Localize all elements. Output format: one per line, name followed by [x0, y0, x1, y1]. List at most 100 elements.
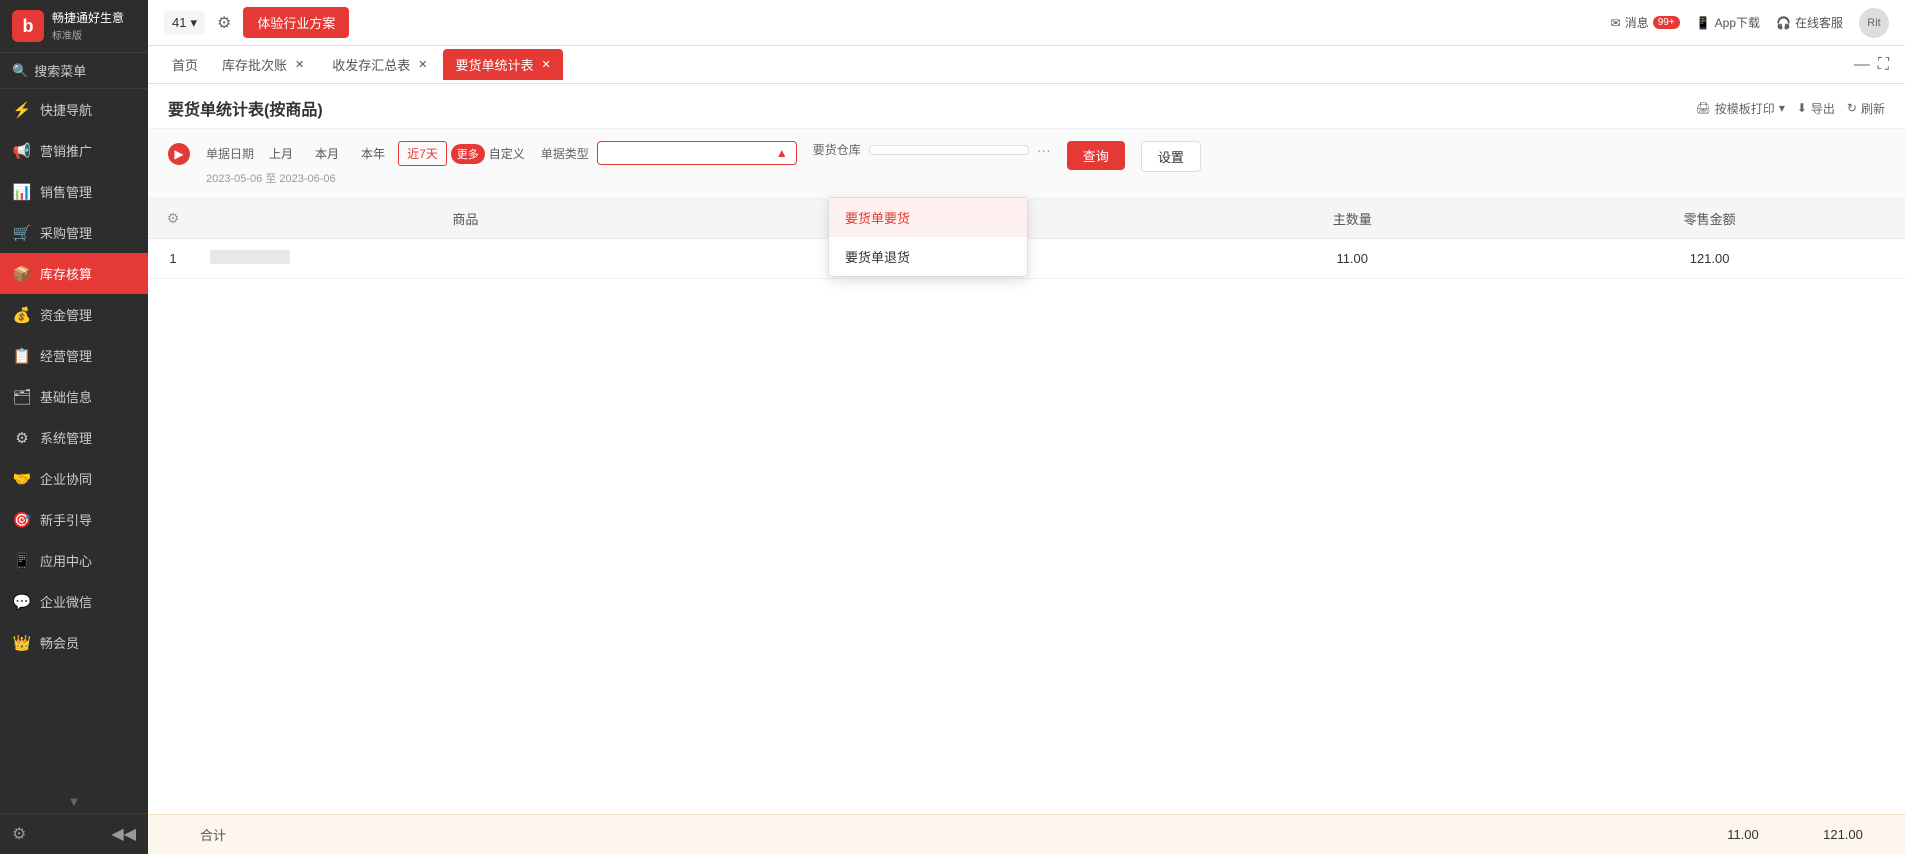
- date-buttons: 上月 本月 本年 近7天 更多 自定义: [260, 141, 525, 166]
- sidebar-item-enterprise[interactable]: 🤝 企业协同: [0, 458, 148, 499]
- filter-expand-button[interactable]: ▶: [168, 143, 190, 165]
- filter-settings-button[interactable]: 设置: [1141, 141, 1201, 172]
- sidebar-item-label: 企业微信: [40, 592, 92, 611]
- sidebar-item-purchase[interactable]: 🛒 采购管理: [0, 212, 148, 253]
- tab-home[interactable]: 首页: [164, 49, 206, 80]
- date-btn-last-7days[interactable]: 近7天: [398, 141, 447, 166]
- app-logo: b 畅捷通好生意 标准版: [0, 0, 148, 53]
- sidebar-item-guide[interactable]: 🎯 新手引导: [0, 499, 148, 540]
- user-avatar[interactable]: Rit: [1859, 8, 1889, 38]
- sidebar-item-inventory[interactable]: 📦 库存核算: [0, 253, 148, 294]
- operation-icon: 📋: [12, 347, 32, 365]
- settings-footer-icon[interactable]: ⚙: [12, 824, 26, 844]
- type-chevron-up-icon: ▲: [776, 146, 788, 160]
- search-icon: 🔍: [12, 63, 28, 79]
- search-menu-label: 搜索菜单: [34, 61, 86, 80]
- date-custom-button[interactable]: 自定义: [489, 145, 525, 162]
- tab-minimize-icon[interactable]: —: [1854, 56, 1870, 74]
- export-icon: ⬇: [1797, 101, 1807, 115]
- tab-summary[interactable]: 收发存汇总表 ✕: [320, 49, 439, 80]
- service-label: 在线客服: [1795, 14, 1843, 31]
- main-area: 41 ▾ ⚙ 体验行业方案 ✉ 消息 99+ 📱 App下载 🎧 在线客服 Ri…: [148, 0, 1905, 854]
- query-button[interactable]: 查询: [1067, 141, 1125, 170]
- tab-maximize-icon[interactable]: ⛶: [1878, 56, 1889, 74]
- row-product: [198, 239, 733, 279]
- tab-batch[interactable]: 库存批次账 ✕: [210, 49, 316, 80]
- sidebar-item-finance[interactable]: 💰 资金管理: [0, 294, 148, 335]
- sidebar-item-label: 应用中心: [40, 551, 92, 570]
- sidebar-item-label: 系统管理: [40, 428, 92, 447]
- sidebar-item-label: 新手引导: [40, 510, 92, 529]
- dropdown-item-order-goods[interactable]: 要货单要货: [829, 198, 1027, 237]
- export-button[interactable]: ⬇ 导出: [1797, 100, 1835, 117]
- topbar-left: 41 ▾ ⚙ 体验行业方案: [164, 7, 349, 38]
- store-selector[interactable]: 41 ▾: [164, 11, 205, 35]
- sidebar-item-wechat[interactable]: 💬 企业微信: [0, 581, 148, 622]
- search-menu[interactable]: 🔍 搜索菜单: [0, 53, 148, 89]
- sidebar-item-label: 基础信息: [40, 387, 92, 406]
- sidebar-item-marketing[interactable]: 📢 营销推广: [0, 130, 148, 171]
- type-filter-label: 单据类型: [541, 145, 589, 162]
- export-label: 导出: [1811, 100, 1835, 117]
- collapse-icon[interactable]: ◀◀: [111, 824, 136, 844]
- footer-total-amount: 121.00: [1793, 827, 1893, 842]
- inventory-icon: 📦: [12, 265, 32, 283]
- warehouse-filter-input[interactable]: [869, 145, 1029, 155]
- logo-icon: b: [12, 10, 44, 42]
- chevron-down-icon: ▾: [190, 15, 197, 31]
- trial-button[interactable]: 体验行业方案: [243, 7, 349, 38]
- date-more-button[interactable]: 更多: [451, 144, 485, 164]
- col-product: 商品: [198, 199, 733, 239]
- sidebar-item-quick-nav[interactable]: ⚡ 快捷导航: [0, 89, 148, 130]
- topbar-settings-icon[interactable]: ⚙: [217, 13, 231, 33]
- refresh-button[interactable]: ↻ 刷新: [1847, 100, 1885, 117]
- print-button[interactable]: 🖨 按模板打印 ▾: [1696, 100, 1785, 117]
- col-settings[interactable]: ⚙: [148, 199, 198, 239]
- message-badge: 99+: [1653, 16, 1680, 29]
- scroll-indicator: ▼: [0, 790, 148, 813]
- row-quantity: 11.00: [1190, 239, 1514, 279]
- sidebar-item-label: 经营管理: [40, 346, 92, 365]
- footer-total-quantity: 11.00: [1693, 827, 1793, 842]
- message-icon: ✉: [1611, 16, 1621, 30]
- app-download-button[interactable]: 📱 App下载: [1696, 14, 1760, 31]
- date-btn-this-month[interactable]: 本月: [306, 141, 348, 166]
- date-filter-group: 单据日期 上月 本月 本年 近7天 更多 自定义: [206, 141, 525, 166]
- type-filter-input[interactable]: ▲: [597, 141, 797, 165]
- refresh-label: 刷新: [1861, 100, 1885, 117]
- sales-icon: 📊: [12, 183, 32, 201]
- column-settings-icon[interactable]: ⚙: [167, 210, 180, 226]
- basic-icon: 🗂: [12, 388, 32, 406]
- sidebar-item-label: 畅会员: [40, 633, 79, 652]
- tabs-actions: — ⛶: [1854, 56, 1889, 74]
- filter-area: ▶ 单据日期 上月 本月 本年 近7天 更多 自定义 2023-05-06 至 …: [148, 129, 1905, 199]
- message-button[interactable]: ✉ 消息 99+: [1611, 14, 1680, 31]
- print-icon: 🖨: [1696, 101, 1711, 115]
- page-title: 要货单统计表(按商品): [168, 96, 323, 120]
- purchase-icon: 🛒: [12, 224, 32, 242]
- sidebar-item-basic[interactable]: 🗂 基础信息: [0, 376, 148, 417]
- tab-order-stats[interactable]: 要货单统计表 ✕: [443, 49, 562, 80]
- type-filter-group: 单据类型 ▲: [541, 141, 797, 165]
- sidebar-item-member[interactable]: 👑 畅会员: [0, 622, 148, 663]
- warehouse-more-icon[interactable]: ···: [1037, 142, 1051, 158]
- date-btn-this-year[interactable]: 本年: [352, 141, 394, 166]
- service-button[interactable]: 🎧 在线客服: [1776, 14, 1843, 31]
- tab-order-stats-close[interactable]: ✕: [542, 58, 551, 71]
- sidebar-item-label: 快捷导航: [40, 100, 92, 119]
- sidebar-item-sales[interactable]: 📊 销售管理: [0, 171, 148, 212]
- finance-icon: 💰: [12, 306, 32, 324]
- marketing-icon: 📢: [12, 142, 32, 160]
- dropdown-item-order-return[interactable]: 要货单退货: [829, 237, 1027, 276]
- footer-total-label: 合计: [160, 825, 360, 844]
- date-btn-last-month[interactable]: 上月: [260, 141, 302, 166]
- sidebar-item-label: 资金管理: [40, 305, 92, 324]
- tab-summary-close[interactable]: ✕: [418, 58, 427, 71]
- page-actions: 🖨 按模板打印 ▾ ⬇ 导出 ↻ 刷新: [1696, 100, 1885, 117]
- sidebar-item-operation[interactable]: 📋 经营管理: [0, 335, 148, 376]
- tab-batch-close[interactable]: ✕: [295, 58, 304, 71]
- sidebar-item-app-center[interactable]: 📱 应用中心: [0, 540, 148, 581]
- sidebar-item-system[interactable]: ⚙ 系统管理: [0, 417, 148, 458]
- row-no: 1: [148, 239, 198, 279]
- warehouse-filter-label: 要货仓库: [813, 141, 861, 158]
